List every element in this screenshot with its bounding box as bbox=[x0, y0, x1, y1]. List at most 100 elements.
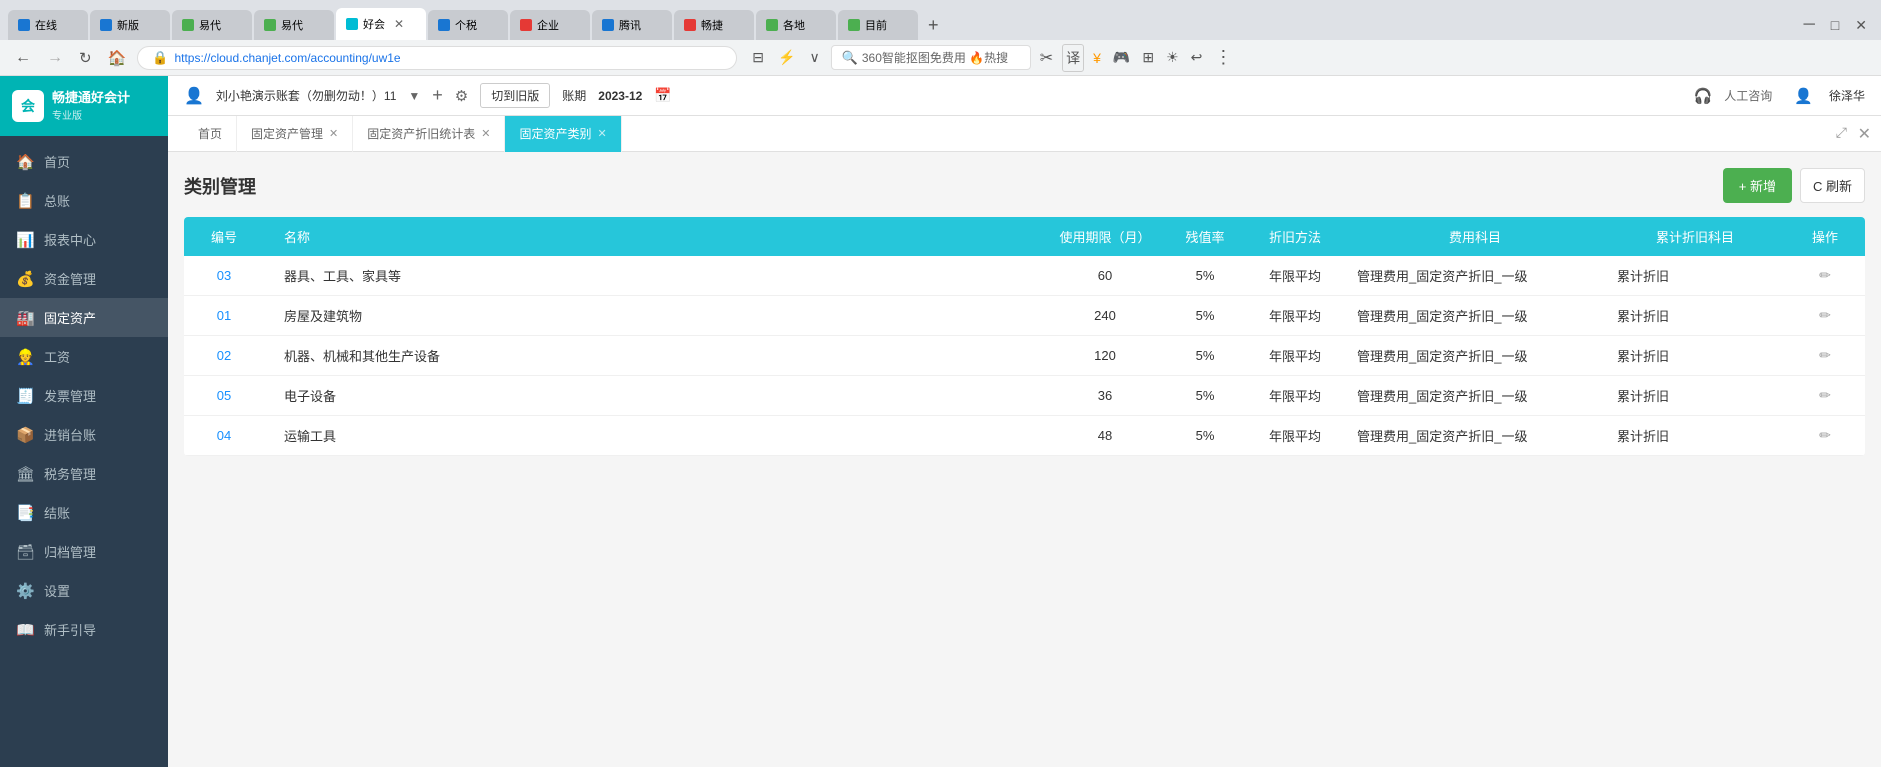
row4-action[interactable]: ✏ bbox=[1785, 376, 1865, 416]
translate-icon[interactable]: 译 bbox=[1062, 44, 1084, 72]
address-bar[interactable]: 🔒 https://cloud.chanjet.com/accounting/u… bbox=[137, 46, 737, 70]
edit-icon[interactable]: ✏ bbox=[1819, 307, 1831, 323]
sidebar-item-salary[interactable]: 👷 工资 bbox=[0, 337, 168, 376]
row1-code[interactable]: 03 bbox=[184, 256, 264, 296]
window-close-icon[interactable]: ✕ bbox=[1849, 15, 1873, 36]
row3-months: 120 bbox=[1045, 336, 1165, 376]
sidebar-item-reports[interactable]: 📊 报表中心 bbox=[0, 220, 168, 259]
row1-action[interactable]: ✏ bbox=[1785, 256, 1865, 296]
row3-action[interactable]: ✏ bbox=[1785, 336, 1865, 376]
sidebar-menu: 🏠 首页 📋 总账 📊 报表中心 💰 资金管理 🏭 固定资产 👷 工资 bbox=[0, 136, 168, 767]
browser-tab-muqian[interactable]: 目前 bbox=[838, 10, 918, 40]
cast-icon[interactable]: ⊟ bbox=[747, 46, 769, 69]
browser-tab-active[interactable]: 好会 ✕ bbox=[336, 8, 426, 40]
tab-asset-category[interactable]: 固定资产类别 ✕ bbox=[505, 116, 621, 152]
reload-button[interactable]: ↻ bbox=[74, 46, 97, 70]
grid-icon[interactable]: ⊞ bbox=[1139, 46, 1157, 69]
game-icon[interactable]: 🎮 bbox=[1110, 46, 1133, 69]
sidebar-label-invoice: 发票管理 bbox=[44, 386, 96, 405]
window-maximize-icon[interactable]: □ bbox=[1825, 15, 1845, 35]
row5-accum: 累计折旧 bbox=[1605, 416, 1785, 456]
new-tab-button[interactable]: + bbox=[920, 10, 947, 40]
row4-code[interactable]: 05 bbox=[184, 376, 264, 416]
switch-version-button[interactable]: 切到旧版 bbox=[480, 83, 550, 108]
back-button[interactable]: ← bbox=[10, 46, 36, 70]
settings-icon[interactable]: ⚙ bbox=[455, 87, 468, 105]
page-title-text: 类别管理 bbox=[184, 173, 256, 199]
tab-label: 企业 bbox=[537, 17, 559, 33]
row2-months: 240 bbox=[1045, 296, 1165, 336]
browser-tab-yidai2[interactable]: 易代 bbox=[254, 10, 334, 40]
sidebar-item-close[interactable]: 📑 结账 bbox=[0, 493, 168, 532]
tab-expand-icon[interactable]: ⤢ bbox=[1836, 124, 1847, 141]
home-icon: 🏠 bbox=[16, 153, 34, 171]
tab-asset-mgmt[interactable]: 固定资产管理 ✕ bbox=[237, 116, 353, 152]
sidebar-item-assets[interactable]: 🏭 固定资产 bbox=[0, 298, 168, 337]
tab-home[interactable]: 首页 bbox=[184, 116, 237, 152]
tab-depreciation-close[interactable]: ✕ bbox=[481, 127, 490, 140]
row5-code[interactable]: 04 bbox=[184, 416, 264, 456]
sidebar-item-funds[interactable]: 💰 资金管理 bbox=[0, 259, 168, 298]
sidebar-item-tax[interactable]: 🏛 税务管理 bbox=[0, 454, 168, 493]
browser-tab-zaixin[interactable]: 在线 bbox=[8, 10, 88, 40]
browser-tab-xinban[interactable]: 新版 bbox=[90, 10, 170, 40]
ai-consult-text[interactable]: 人工咨询 bbox=[1724, 87, 1772, 104]
tab-close-window-icon[interactable]: ✕ bbox=[1858, 124, 1871, 144]
tab-depreciation-table[interactable]: 固定资产折旧统计表 ✕ bbox=[353, 116, 505, 152]
browser-tab-gedi[interactable]: 各地 bbox=[756, 10, 836, 40]
guide-icon: 📖 bbox=[16, 621, 34, 639]
sidebar-item-home[interactable]: 🏠 首页 bbox=[0, 142, 168, 181]
row2-action[interactable]: ✏ bbox=[1785, 296, 1865, 336]
tab-label: 个税 bbox=[455, 17, 477, 33]
lightning-icon[interactable]: ⚡ bbox=[773, 46, 800, 69]
chevron-down-icon[interactable]: ∨ bbox=[804, 46, 824, 69]
sidebar-item-guide[interactable]: 📖 新手引导 bbox=[0, 610, 168, 649]
edit-icon[interactable]: ✏ bbox=[1819, 267, 1831, 283]
settings-icon[interactable]: ☀ bbox=[1163, 46, 1182, 69]
sidebar-item-stock[interactable]: 📦 进销台账 bbox=[0, 415, 168, 454]
tab-close-icon[interactable]: ✕ bbox=[394, 17, 404, 31]
dropdown-icon[interactable]: ▼ bbox=[408, 89, 420, 103]
row5-action[interactable]: ✏ bbox=[1785, 416, 1865, 456]
calendar-icon[interactable]: 📅 bbox=[654, 87, 671, 104]
undo-icon[interactable]: ↩ bbox=[1188, 46, 1206, 69]
add-account-icon[interactable]: + bbox=[432, 85, 443, 106]
browser-tab-gesui[interactable]: 个税 bbox=[428, 10, 508, 40]
refresh-button[interactable]: C 刷新 bbox=[1800, 168, 1865, 203]
sidebar-item-settings[interactable]: ⚙️ 设置 bbox=[0, 571, 168, 610]
tax-icon: 🏛 bbox=[16, 465, 34, 483]
sidebar-item-general[interactable]: 📋 总账 bbox=[0, 181, 168, 220]
sidebar-item-invoice[interactable]: 🧾 发票管理 bbox=[0, 376, 168, 415]
forward-button[interactable]: → bbox=[42, 46, 68, 70]
browser-tab-qiye[interactable]: 企业 bbox=[510, 10, 590, 40]
sidebar-item-archive[interactable]: 🗃 归档管理 bbox=[0, 532, 168, 571]
row5-months: 48 bbox=[1045, 416, 1165, 456]
browser-tab-yidai1[interactable]: 易代 bbox=[172, 10, 252, 40]
home-button[interactable]: 🏠 bbox=[103, 46, 132, 70]
add-button[interactable]: + 新增 bbox=[1723, 168, 1792, 203]
tab-asset-mgmt-close[interactable]: ✕ bbox=[329, 127, 338, 140]
browser-tab-changjie[interactable]: 畅捷 bbox=[674, 10, 754, 40]
tab-asset-mgmt-label: 固定资产管理 bbox=[251, 125, 323, 142]
yuan-icon[interactable]: ¥ bbox=[1090, 47, 1104, 69]
chart-icon: 📊 bbox=[16, 231, 34, 249]
table-row: 05 电子设备 36 5% 年限平均 管理费用_固定资产折旧_一级 累计折旧 ✏ bbox=[184, 376, 1865, 416]
table-row: 04 运输工具 48 5% 年限平均 管理费用_固定资产折旧_一级 累计折旧 ✏ bbox=[184, 416, 1865, 456]
row4-method: 年限平均 bbox=[1245, 376, 1345, 416]
tab-label: 新版 bbox=[117, 17, 139, 33]
edit-icon[interactable]: ✏ bbox=[1819, 427, 1831, 443]
row3-code[interactable]: 02 bbox=[184, 336, 264, 376]
browser-chrome: 在线 新版 易代 易代 好会 ✕ 个税 企业 腾讯 畅捷 各地 目前 + bbox=[0, 0, 1881, 40]
row2-code[interactable]: 01 bbox=[184, 296, 264, 336]
browser-tab-tengxun[interactable]: 腾讯 bbox=[592, 10, 672, 40]
tab-label: 目前 bbox=[865, 17, 887, 33]
col-header-code: 编号 bbox=[184, 217, 264, 256]
action-buttons: + 新增 C 刷新 bbox=[1723, 168, 1865, 203]
edit-icon[interactable]: ✏ bbox=[1819, 387, 1831, 403]
scissors-icon[interactable]: ✂ bbox=[1037, 45, 1056, 71]
edit-icon[interactable]: ✏ bbox=[1819, 347, 1831, 363]
window-minimize-icon[interactable]: ─ bbox=[1797, 14, 1820, 36]
tab-category-close[interactable]: ✕ bbox=[598, 127, 607, 140]
row5-ratio: 5% bbox=[1165, 416, 1245, 456]
more-icon[interactable]: ⋮ bbox=[1211, 44, 1235, 71]
